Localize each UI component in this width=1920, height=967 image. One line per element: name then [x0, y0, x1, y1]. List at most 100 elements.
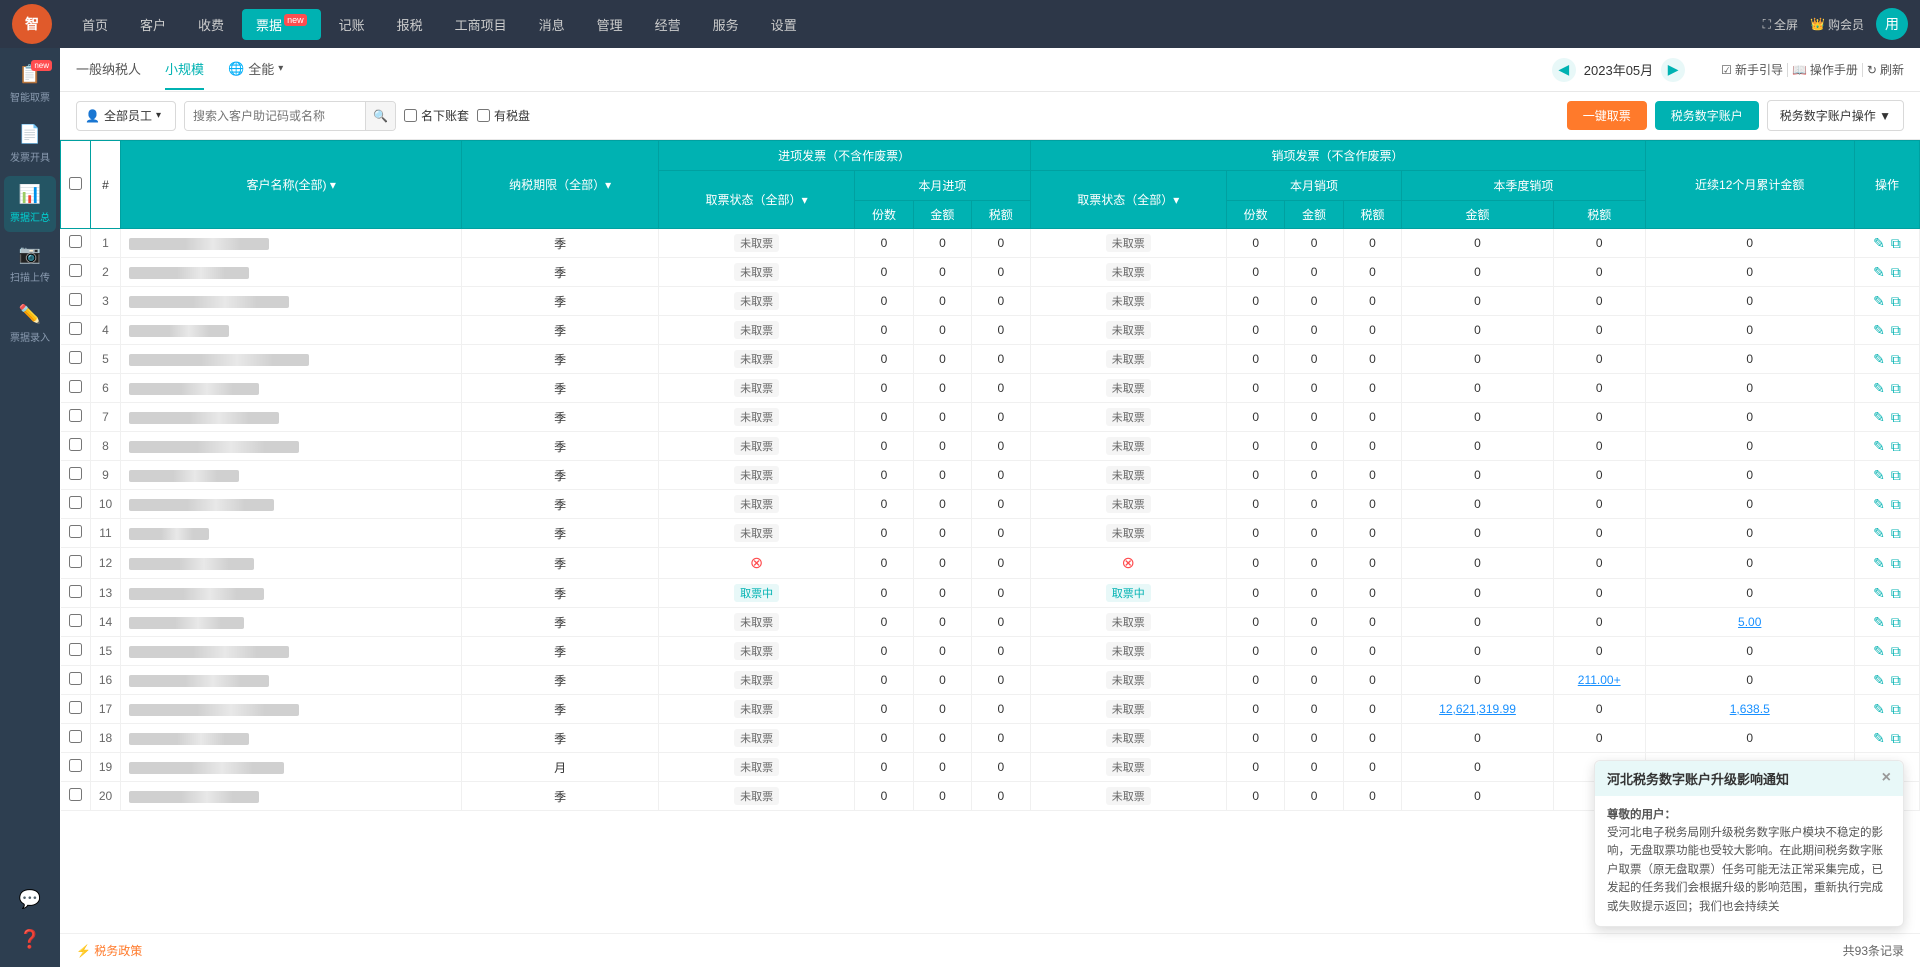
tax-disk-checkbox[interactable] [477, 109, 490, 122]
row-checkbox-7[interactable] [69, 409, 82, 422]
copy-icon-2[interactable]: ⧉ [1891, 264, 1901, 281]
tax-digital-op-btn[interactable]: 税务数字账户操作 ▼ [1767, 100, 1904, 131]
edit-icon-4[interactable]: ✎ [1873, 322, 1885, 339]
th-client-name[interactable]: 客户名称(全部) ▾ [121, 141, 462, 229]
avatar[interactable]: 用 [1876, 8, 1908, 40]
copy-icon-1[interactable]: ⧉ [1891, 235, 1901, 252]
operation-manual-btn[interactable]: 📖 操作手册 [1792, 61, 1858, 78]
search-input[interactable] [185, 102, 365, 130]
row-checkbox-2[interactable] [69, 264, 82, 277]
edit-icon-13[interactable]: ✎ [1873, 585, 1885, 602]
copy-icon-4[interactable]: ⧉ [1891, 322, 1901, 339]
tax-policy-link[interactable]: ⚡ 税务政策 [76, 942, 142, 959]
employee-select[interactable]: 👤 全部员工 ▾ [76, 101, 176, 131]
row-checkbox-15[interactable] [69, 643, 82, 656]
tab-all[interactable]: 🌐 全能 ▾ [228, 49, 283, 90]
refresh-btn[interactable]: ↻ 刷新 [1867, 61, 1904, 78]
edit-icon-17[interactable]: ✎ [1873, 701, 1885, 718]
edit-icon-5[interactable]: ✎ [1873, 351, 1885, 368]
sidebar-item-smart-ticket[interactable]: 📋 智能取票 new [4, 56, 56, 112]
edit-icon-10[interactable]: ✎ [1873, 496, 1885, 513]
row-checkbox-3[interactable] [69, 293, 82, 306]
copy-icon-8[interactable]: ⧉ [1891, 438, 1901, 455]
row-checkbox-14[interactable] [69, 614, 82, 627]
sidebar-item-scan[interactable]: 📷 扫描上传 [4, 236, 56, 292]
checkbox-account[interactable]: 名下账套 [404, 107, 469, 124]
edit-icon-12[interactable]: ✎ [1873, 555, 1885, 572]
sidebar-item-summary[interactable]: 📊 票据汇总 [4, 176, 56, 232]
select-all-checkbox[interactable] [69, 177, 82, 190]
nav-service[interactable]: 服务 [699, 9, 753, 40]
nav-tax[interactable]: 报税 [383, 9, 437, 40]
year-amount-link[interactable]: 5.00 [1738, 615, 1761, 629]
row-checkbox-11[interactable] [69, 525, 82, 538]
copy-icon-15[interactable]: ⧉ [1891, 643, 1901, 660]
copy-icon-17[interactable]: ⧉ [1891, 701, 1901, 718]
edit-icon-2[interactable]: ✎ [1873, 264, 1885, 281]
copy-icon-5[interactable]: ⧉ [1891, 351, 1901, 368]
row-checkbox-17[interactable] [69, 701, 82, 714]
nav-settings[interactable]: 设置 [757, 9, 811, 40]
tab-general-taxpayer[interactable]: 一般纳税人 [76, 49, 141, 90]
th-out-status[interactable]: 取票状态（全部）▾ [1030, 171, 1226, 229]
copy-icon-3[interactable]: ⧉ [1891, 293, 1901, 310]
row-checkbox-16[interactable] [69, 672, 82, 685]
copy-icon-7[interactable]: ⧉ [1891, 409, 1901, 426]
row-checkbox-20[interactable] [69, 788, 82, 801]
member-btn[interactable]: 👑 购会员 [1810, 16, 1864, 33]
tab-small-scale[interactable]: 小规模 [165, 49, 204, 90]
account-checkbox[interactable] [404, 109, 417, 122]
edit-icon-6[interactable]: ✎ [1873, 380, 1885, 397]
row-checkbox-4[interactable] [69, 322, 82, 335]
nav-operation[interactable]: 经营 [641, 9, 695, 40]
th-tax-period[interactable]: 纳税期限（全部）▾ [462, 141, 658, 229]
edit-icon-7[interactable]: ✎ [1873, 409, 1885, 426]
fullscreen-btn[interactable]: ⛶ 全屏 [1763, 16, 1798, 33]
nav-ticket[interactable]: 票据new [242, 9, 321, 40]
copy-icon-14[interactable]: ⧉ [1891, 614, 1901, 631]
row-checkbox-1[interactable] [69, 235, 82, 248]
row-checkbox-12[interactable] [69, 555, 82, 568]
checkbox-tax-disk[interactable]: 有税盘 [477, 107, 530, 124]
edit-icon-1[interactable]: ✎ [1873, 235, 1885, 252]
sidebar-item-issue[interactable]: 📄 发票开具 [4, 116, 56, 172]
search-button[interactable]: 🔍 [365, 102, 395, 130]
nav-home[interactable]: 首页 [68, 9, 122, 40]
row-checkbox-8[interactable] [69, 438, 82, 451]
notification-close-btn[interactable]: × [1882, 769, 1891, 787]
edit-icon-9[interactable]: ✎ [1873, 467, 1885, 484]
month-next-btn[interactable]: ▶ [1661, 58, 1685, 82]
copy-icon-6[interactable]: ⧉ [1891, 380, 1901, 397]
edit-icon-8[interactable]: ✎ [1873, 438, 1885, 455]
copy-icon-13[interactable]: ⧉ [1891, 585, 1901, 602]
sidebar-item-entry[interactable]: ✏️ 票据录入 [4, 296, 56, 352]
new-guide-btn[interactable]: ☑ 新手引导 [1721, 61, 1783, 78]
row-checkbox-13[interactable] [69, 585, 82, 598]
copy-icon-18[interactable]: ⧉ [1891, 730, 1901, 747]
edit-icon-16[interactable]: ✎ [1873, 672, 1885, 689]
edit-icon-18[interactable]: ✎ [1873, 730, 1885, 747]
row-checkbox-18[interactable] [69, 730, 82, 743]
row-checkbox-9[interactable] [69, 467, 82, 480]
one-click-ticket-btn[interactable]: 一键取票 [1567, 101, 1647, 130]
copy-icon-10[interactable]: ⧉ [1891, 496, 1901, 513]
edit-icon-3[interactable]: ✎ [1873, 293, 1885, 310]
chat-icon[interactable]: 💬 [14, 883, 46, 915]
nav-bookkeep[interactable]: 记账 [325, 9, 379, 40]
copy-icon-11[interactable]: ⧉ [1891, 525, 1901, 542]
month-prev-btn[interactable]: ◀ [1552, 58, 1576, 82]
copy-icon-9[interactable]: ⧉ [1891, 467, 1901, 484]
tax-digital-btn[interactable]: 税务数字账户 [1655, 101, 1759, 130]
copy-icon-12[interactable]: ⧉ [1891, 555, 1901, 572]
nav-customer[interactable]: 客户 [126, 9, 180, 40]
edit-icon-14[interactable]: ✎ [1873, 614, 1885, 631]
nav-fee[interactable]: 收费 [184, 9, 238, 40]
row-checkbox-10[interactable] [69, 496, 82, 509]
nav-business[interactable]: 工商项目 [441, 9, 521, 40]
row-checkbox-5[interactable] [69, 351, 82, 364]
year-amount-link[interactable]: 1,638.5 [1730, 702, 1770, 716]
th-in-status[interactable]: 取票状态（全部）▾ [658, 171, 854, 229]
edit-icon-11[interactable]: ✎ [1873, 525, 1885, 542]
quarter-tax-link[interactable]: 211.00+ [1578, 673, 1621, 687]
row-checkbox-6[interactable] [69, 380, 82, 393]
